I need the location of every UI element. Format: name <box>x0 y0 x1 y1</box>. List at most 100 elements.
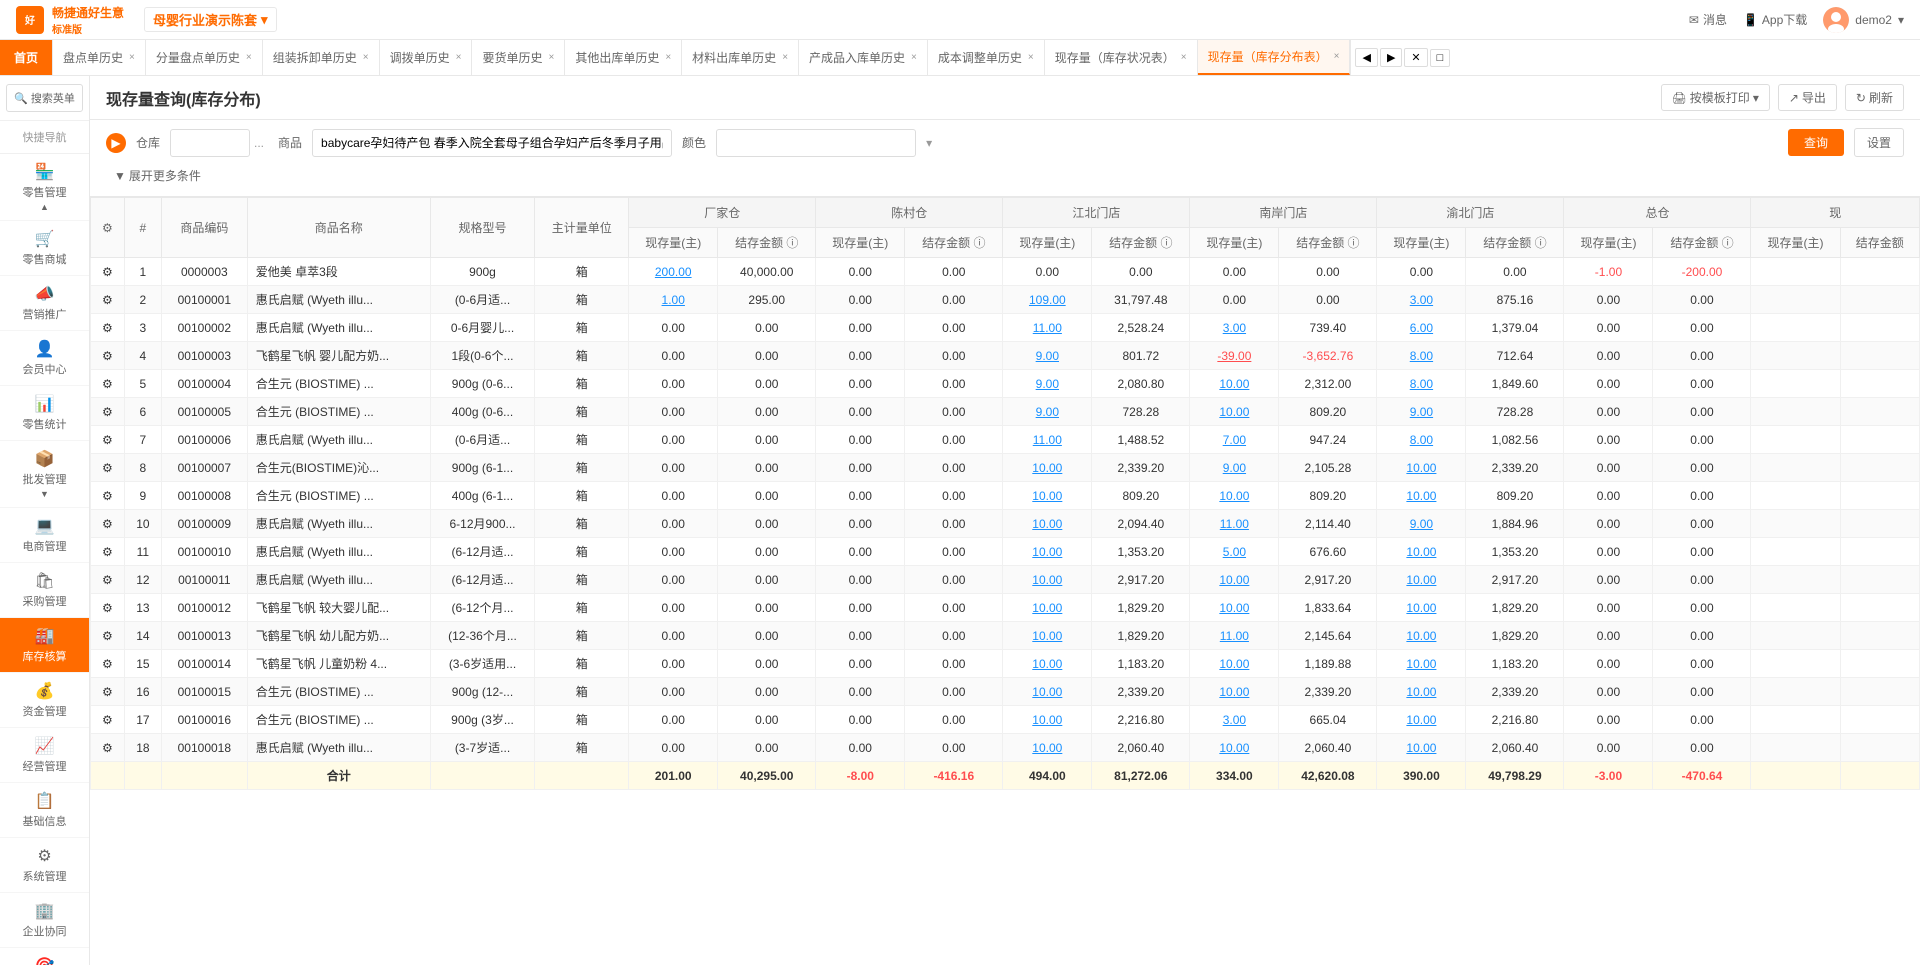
cell-jb-stock[interactable]: 10.00 <box>1003 706 1092 734</box>
sidebar-item-system[interactable]: ⚙ 系统管理 <box>0 838 89 893</box>
cell-c-stock[interactable]: 0.00 <box>816 482 905 510</box>
cell-total-stock[interactable]: 0.00 <box>1564 566 1653 594</box>
sidebar-item-basic[interactable]: 📋 基础信息 <box>0 783 89 838</box>
table-area[interactable]: ⚙ # 商品编码 商品名称 规格型号 主计量单位 厂家仓 陈村仓 江北门店 南岸… <box>90 197 1920 965</box>
sidebar-item-guide[interactable]: 🎯 新手引导 <box>0 948 89 965</box>
cell-yb-stock[interactable]: 10.00 <box>1377 734 1466 762</box>
cell-total-stock[interactable]: 0.00 <box>1564 398 1653 426</box>
cell-jb-stock[interactable]: 9.00 <box>1003 370 1092 398</box>
cell-na-stock[interactable]: 10.00 <box>1190 398 1279 426</box>
tab-partial-count-close[interactable]: × <box>246 52 252 63</box>
cell-settings[interactable]: ⚙ <box>91 258 125 286</box>
cell-yb-stock[interactable]: 0.00 <box>1377 258 1466 286</box>
cell-na-stock[interactable]: 10.00 <box>1190 650 1279 678</box>
cell-f-stock[interactable]: 0.00 <box>629 566 718 594</box>
cell-yb-stock[interactable]: 9.00 <box>1377 510 1466 538</box>
cell-na-stock[interactable]: 10.00 <box>1190 678 1279 706</box>
cell-total-stock[interactable]: 0.00 <box>1564 482 1653 510</box>
cell-settings[interactable]: ⚙ <box>91 286 125 314</box>
cell-f-stock[interactable]: 0.00 <box>629 650 718 678</box>
cell-f-stock[interactable]: 0.00 <box>629 398 718 426</box>
tab-next-btn[interactable]: ▶ <box>1380 48 1402 67</box>
tab-inventory-count[interactable]: 盘点单历史 × <box>53 40 146 75</box>
cell-yb-stock[interactable]: 10.00 <box>1377 678 1466 706</box>
sidebar-item-operation[interactable]: 📈 经营管理 <box>0 728 89 783</box>
cell-settings[interactable]: ⚙ <box>91 426 125 454</box>
expand-conditions-btn[interactable]: ▼ 展开更多条件 <box>106 163 1904 188</box>
cell-na-stock[interactable]: 10.00 <box>1190 734 1279 762</box>
cell-jb-stock[interactable]: 10.00 <box>1003 454 1092 482</box>
cell-total-stock[interactable]: -1.00 <box>1564 258 1653 286</box>
cell-total-stock[interactable]: 0.00 <box>1564 286 1653 314</box>
cell-total-stock[interactable]: 0.00 <box>1564 538 1653 566</box>
cell-na-stock[interactable]: 10.00 <box>1190 370 1279 398</box>
setting-btn[interactable]: 设置 <box>1854 128 1904 157</box>
cell-settings[interactable]: ⚙ <box>91 454 125 482</box>
sidebar-item-retail-mgmt[interactable]: 🏪 零售管理 ▲ <box>0 154 89 221</box>
cell-jb-stock[interactable]: 10.00 <box>1003 678 1092 706</box>
cell-yb-stock[interactable]: 10.00 <box>1377 538 1466 566</box>
cell-yb-stock[interactable]: 10.00 <box>1377 650 1466 678</box>
sidebar-item-enterprise[interactable]: 🏢 企业协同 <box>0 893 89 948</box>
cell-yb-stock[interactable]: 6.00 <box>1377 314 1466 342</box>
search-button[interactable]: 🔍 搜索英单 <box>6 84 83 112</box>
cell-settings[interactable]: ⚙ <box>91 706 125 734</box>
cell-na-stock[interactable]: 10.00 <box>1190 566 1279 594</box>
tab-product-in-close[interactable]: × <box>911 52 917 63</box>
cell-total-stock[interactable]: 0.00 <box>1564 454 1653 482</box>
cell-jb-stock[interactable]: 9.00 <box>1003 398 1092 426</box>
query-btn[interactable]: 查询 <box>1788 129 1844 156</box>
cell-c-stock[interactable]: 0.00 <box>816 286 905 314</box>
tab-home[interactable]: 首页 <box>0 40 53 75</box>
cell-total-stock[interactable]: 0.00 <box>1564 510 1653 538</box>
cell-f-stock[interactable]: 0.00 <box>629 314 718 342</box>
cell-jb-stock[interactable]: 10.00 <box>1003 538 1092 566</box>
tab-disassemble-close[interactable]: × <box>363 52 369 63</box>
cell-settings[interactable]: ⚙ <box>91 538 125 566</box>
refresh-btn[interactable]: ↻ 刷新 <box>1845 84 1904 111</box>
cell-na-stock[interactable]: 0.00 <box>1190 258 1279 286</box>
cell-jb-stock[interactable]: 10.00 <box>1003 566 1092 594</box>
color-input[interactable] <box>716 129 916 157</box>
cell-f-stock[interactable]: 1.00 <box>629 286 718 314</box>
cell-yb-stock[interactable]: 10.00 <box>1377 482 1466 510</box>
cell-total-stock[interactable]: 0.00 <box>1564 622 1653 650</box>
cell-yb-stock[interactable]: 10.00 <box>1377 594 1466 622</box>
tab-stock-table[interactable]: 现存量（库存状况表） × <box>1045 40 1198 75</box>
cell-total-stock[interactable]: 0.00 <box>1564 650 1653 678</box>
tab-product-in[interactable]: 产成品入库单历史 × <box>799 40 928 75</box>
cell-f-stock[interactable]: 0.00 <box>629 482 718 510</box>
cell-c-stock[interactable]: 0.00 <box>816 454 905 482</box>
cell-total-stock[interactable]: 0.00 <box>1564 370 1653 398</box>
cell-c-stock[interactable]: 0.00 <box>816 706 905 734</box>
cell-na-stock[interactable]: 0.00 <box>1190 286 1279 314</box>
cell-yb-stock[interactable]: 9.00 <box>1377 398 1466 426</box>
app-download-btn[interactable]: 📱 App下载 <box>1743 11 1807 28</box>
cell-settings[interactable]: ⚙ <box>91 314 125 342</box>
cell-jb-stock[interactable]: 10.00 <box>1003 482 1092 510</box>
cell-jb-stock[interactable]: 10.00 <box>1003 650 1092 678</box>
cell-na-stock[interactable]: 10.00 <box>1190 594 1279 622</box>
cell-jb-stock[interactable]: 11.00 <box>1003 426 1092 454</box>
cell-f-stock[interactable]: 0.00 <box>629 454 718 482</box>
cell-c-stock[interactable]: 0.00 <box>816 734 905 762</box>
tab-stock-dist[interactable]: 现存量（库存分布表） × <box>1198 40 1351 75</box>
cell-jb-stock[interactable]: 10.00 <box>1003 734 1092 762</box>
cell-total-stock[interactable]: 0.00 <box>1564 706 1653 734</box>
sidebar-item-retail-store[interactable]: 🛒 零售商城 <box>0 221 89 276</box>
tab-maximize-btn[interactable]: □ <box>1430 49 1451 67</box>
cell-c-stock[interactable]: 0.00 <box>816 258 905 286</box>
cell-c-stock[interactable]: 0.00 <box>816 398 905 426</box>
tab-purchase-req-close[interactable]: × <box>548 52 554 63</box>
cell-f-stock[interactable]: 0.00 <box>629 426 718 454</box>
cell-settings[interactable]: ⚙ <box>91 342 125 370</box>
cell-c-stock[interactable]: 0.00 <box>816 314 905 342</box>
tab-purchase-req[interactable]: 要货单历史 × <box>472 40 565 75</box>
tab-other-out[interactable]: 其他出库单历史 × <box>565 40 682 75</box>
th-settings[interactable]: ⚙ <box>91 198 125 258</box>
tab-disassemble[interactable]: 组装拆卸单历史 × <box>263 40 380 75</box>
tab-inventory-count-close[interactable]: × <box>129 52 135 63</box>
sidebar-item-warehouse[interactable]: 🏭 库存核算 <box>0 618 89 673</box>
cell-na-stock[interactable]: 10.00 <box>1190 482 1279 510</box>
cell-settings[interactable]: ⚙ <box>91 734 125 762</box>
